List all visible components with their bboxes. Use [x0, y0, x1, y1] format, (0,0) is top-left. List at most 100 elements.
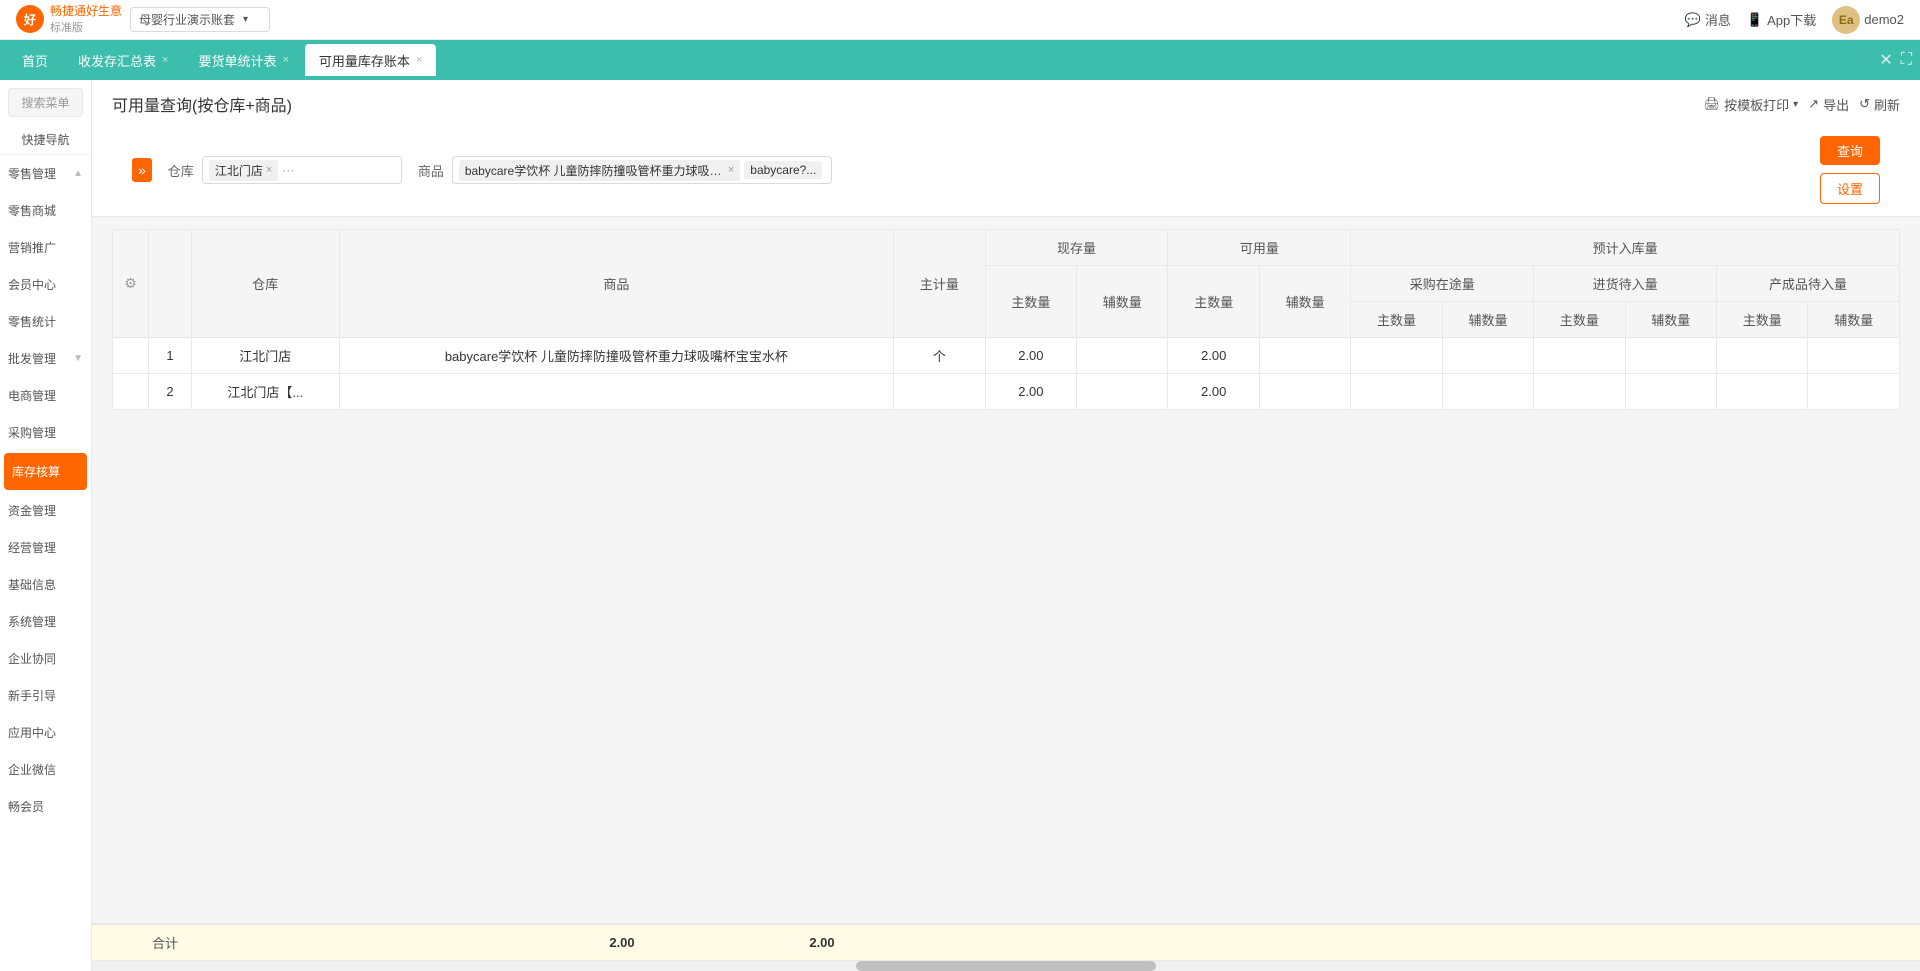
table-cell: [1625, 374, 1716, 410]
table-cell: [1534, 374, 1625, 410]
tab-home[interactable]: 首页: [8, 44, 62, 76]
sidebar-item-ecommerce[interactable]: 电商管理: [0, 377, 91, 414]
app-icon: 📱: [1747, 12, 1763, 28]
logo-icon: 好: [16, 5, 44, 33]
sidebar-item-marketing[interactable]: 营销推广: [0, 229, 91, 266]
sidebar-section-retail: 零售管理 ▲: [0, 154, 91, 192]
warehouse-more-btn[interactable]: ···: [282, 163, 294, 177]
sidebar-item-wholesale[interactable]: 批发管理 ▼: [0, 340, 91, 377]
search-menu-btn[interactable]: 搜索菜单: [8, 88, 83, 117]
tab-home-label: 首页: [22, 51, 48, 70]
tenant-select[interactable]: 母婴行业演示账套 ▾: [130, 7, 270, 32]
main-layout: 搜索菜单 快捷导航 零售管理 ▲ 零售商城 营销推广 会员中心 零售统计 批发管…: [0, 80, 1920, 971]
export-icon: ↗: [1808, 96, 1819, 112]
table-cell: [1351, 374, 1442, 410]
th-stock-aux: 辅数量: [1077, 266, 1168, 338]
table-cell: [1534, 338, 1625, 374]
sidebar-item-vip[interactable]: 畅会员: [0, 788, 91, 825]
table-cell: 2.00: [1168, 338, 1259, 374]
warehouse-tag-jiangbei: 江北门店 ×: [209, 160, 278, 181]
table-cell: [339, 374, 894, 410]
table-settings-icon[interactable]: ⚙: [124, 275, 137, 291]
product-tag-2: babycare?...: [744, 161, 822, 179]
table-section: ⚙ 仓库 商品 主计量 现存量 可用量 预计入库量 主数量 辅数量 主数量: [92, 217, 1920, 923]
export-btn[interactable]: ↗ 导出: [1808, 95, 1849, 114]
close-window-btn[interactable]: ✕: [1879, 50, 1892, 70]
page-title-row: 可用量查询(按仓库+商品) 🖨 按模板打印 ▾ ↗ 导出 ↺ 刷新: [112, 92, 1900, 116]
table-footer: 合计 2.00 2.00: [92, 923, 1920, 961]
filter-row: » 仓库 江北门店 × ··· 商品 babycare: [112, 126, 1900, 216]
logo-sub: 标准版: [50, 19, 122, 35]
table-cell: 1: [149, 338, 192, 374]
footer-total-label: 合计: [112, 933, 572, 952]
maximize-window-btn[interactable]: ⛶: [1901, 51, 1912, 69]
quick-nav-btn[interactable]: 快捷导航: [0, 125, 91, 154]
table-cell: [1077, 374, 1168, 410]
product-filter-input[interactable]: babycare学饮杯 儿童防摔防撞吸管杯重力球吸嘴杯宝宝水杯 × babyca…: [452, 156, 832, 184]
th-incoming-aux: 辅数量: [1625, 302, 1716, 338]
table-cell: [1808, 338, 1900, 374]
close-receipt-tab[interactable]: ×: [162, 54, 168, 66]
th-available-main: 主数量: [1168, 266, 1259, 338]
sidebar-item-retail-mall[interactable]: 零售商城: [0, 192, 91, 229]
sidebar-item-inventory-mgmt[interactable]: 库存核算: [4, 453, 87, 490]
filter-expand-btn[interactable]: »: [132, 158, 152, 182]
table-cell: 2.00: [1168, 374, 1259, 410]
sidebar-item-finance[interactable]: 资金管理: [0, 492, 91, 529]
remove-warehouse-tag[interactable]: ×: [266, 164, 272, 176]
tab-inventory-label: 可用量库存账本: [319, 51, 410, 70]
table-cell: [1351, 338, 1442, 374]
th-production-main: 主数量: [1717, 302, 1808, 338]
sidebar-item-member[interactable]: 会员中心: [0, 266, 91, 303]
table-cell: [1808, 374, 1900, 410]
refresh-btn[interactable]: ↺ 刷新: [1859, 95, 1900, 114]
sidebar-item-wecom[interactable]: 企业微信: [0, 751, 91, 788]
th-incoming-group: 进货待入量: [1534, 266, 1717, 302]
top-bar: 好 畅捷通好生意 标准版 母婴行业演示账套 ▾ 💬 消息 📱 App下载 Ea …: [0, 0, 1920, 40]
th-purchase-main: 主数量: [1351, 302, 1442, 338]
th-stock-group: 现存量: [985, 230, 1168, 266]
warehouse-filter-input[interactable]: 江北门店 × ···: [202, 156, 402, 184]
table-scrollbar[interactable]: [92, 961, 1920, 971]
table-cell: [1717, 338, 1808, 374]
tab-inventory[interactable]: 可用量库存账本 ×: [305, 44, 436, 76]
sidebar-item-basic[interactable]: 基础信息: [0, 566, 91, 603]
message-btn[interactable]: 💬 消息: [1685, 10, 1731, 29]
product-tag-1: babycare学饮杯 儿童防摔防撞吸管杯重力球吸嘴杯宝宝水杯 ×: [459, 160, 740, 181]
table-cell: [1442, 338, 1533, 374]
sidebar-item-retail[interactable]: 零售管理 ▲: [0, 155, 91, 192]
close-order-tab[interactable]: ×: [282, 54, 288, 66]
filter-action-buttons: 查询 设置: [1820, 136, 1880, 204]
sidebar-item-operation[interactable]: 经营管理: [0, 529, 91, 566]
print-icon: 🖨: [1704, 96, 1721, 112]
tab-order[interactable]: 要货单统计表 ×: [184, 44, 302, 76]
sidebar-item-retail-stats[interactable]: 零售统计: [0, 303, 91, 340]
th-incoming-main: 主数量: [1534, 302, 1625, 338]
product-filter-group: 商品 babycare学饮杯 儿童防摔防撞吸管杯重力球吸嘴杯宝宝水杯 × bab…: [418, 156, 832, 184]
th-seq: [149, 230, 192, 338]
close-inventory-tab[interactable]: ×: [416, 54, 422, 66]
sidebar-item-guide[interactable]: 新手引导: [0, 677, 91, 714]
table-cell: [1717, 374, 1808, 410]
sidebar-item-system[interactable]: 系统管理: [0, 603, 91, 640]
table-cell: 2.00: [985, 338, 1076, 374]
chevron-down-icon: ▾: [243, 14, 248, 25]
table-cell: [1442, 374, 1533, 410]
user-avatar[interactable]: Ea demo2: [1832, 6, 1904, 34]
logo-text: 畅捷通好生意: [50, 4, 122, 18]
tab-receipt[interactable]: 收发存汇总表 ×: [64, 44, 182, 76]
sidebar-item-enterprise[interactable]: 企业协同: [0, 640, 91, 677]
setting-btn[interactable]: 设置: [1820, 173, 1880, 204]
table-cell: 江北门店【...: [192, 374, 340, 410]
app-download-btn[interactable]: 📱 App下载: [1747, 10, 1816, 29]
th-product: 商品: [339, 230, 894, 338]
table-scrollbar-thumb[interactable]: [856, 961, 1156, 971]
table-cell: 2.00: [985, 374, 1076, 410]
query-btn[interactable]: 查询: [1820, 136, 1880, 165]
print-template-btn[interactable]: 🖨 按模板打印 ▾: [1704, 95, 1799, 114]
logo-texts: 畅捷通好生意 标准版: [50, 4, 122, 34]
th-settings: ⚙: [113, 230, 149, 338]
sidebar-item-appstore[interactable]: 应用中心: [0, 714, 91, 751]
remove-product-tag-1[interactable]: ×: [728, 164, 734, 176]
sidebar-item-purchase[interactable]: 采购管理: [0, 414, 91, 451]
